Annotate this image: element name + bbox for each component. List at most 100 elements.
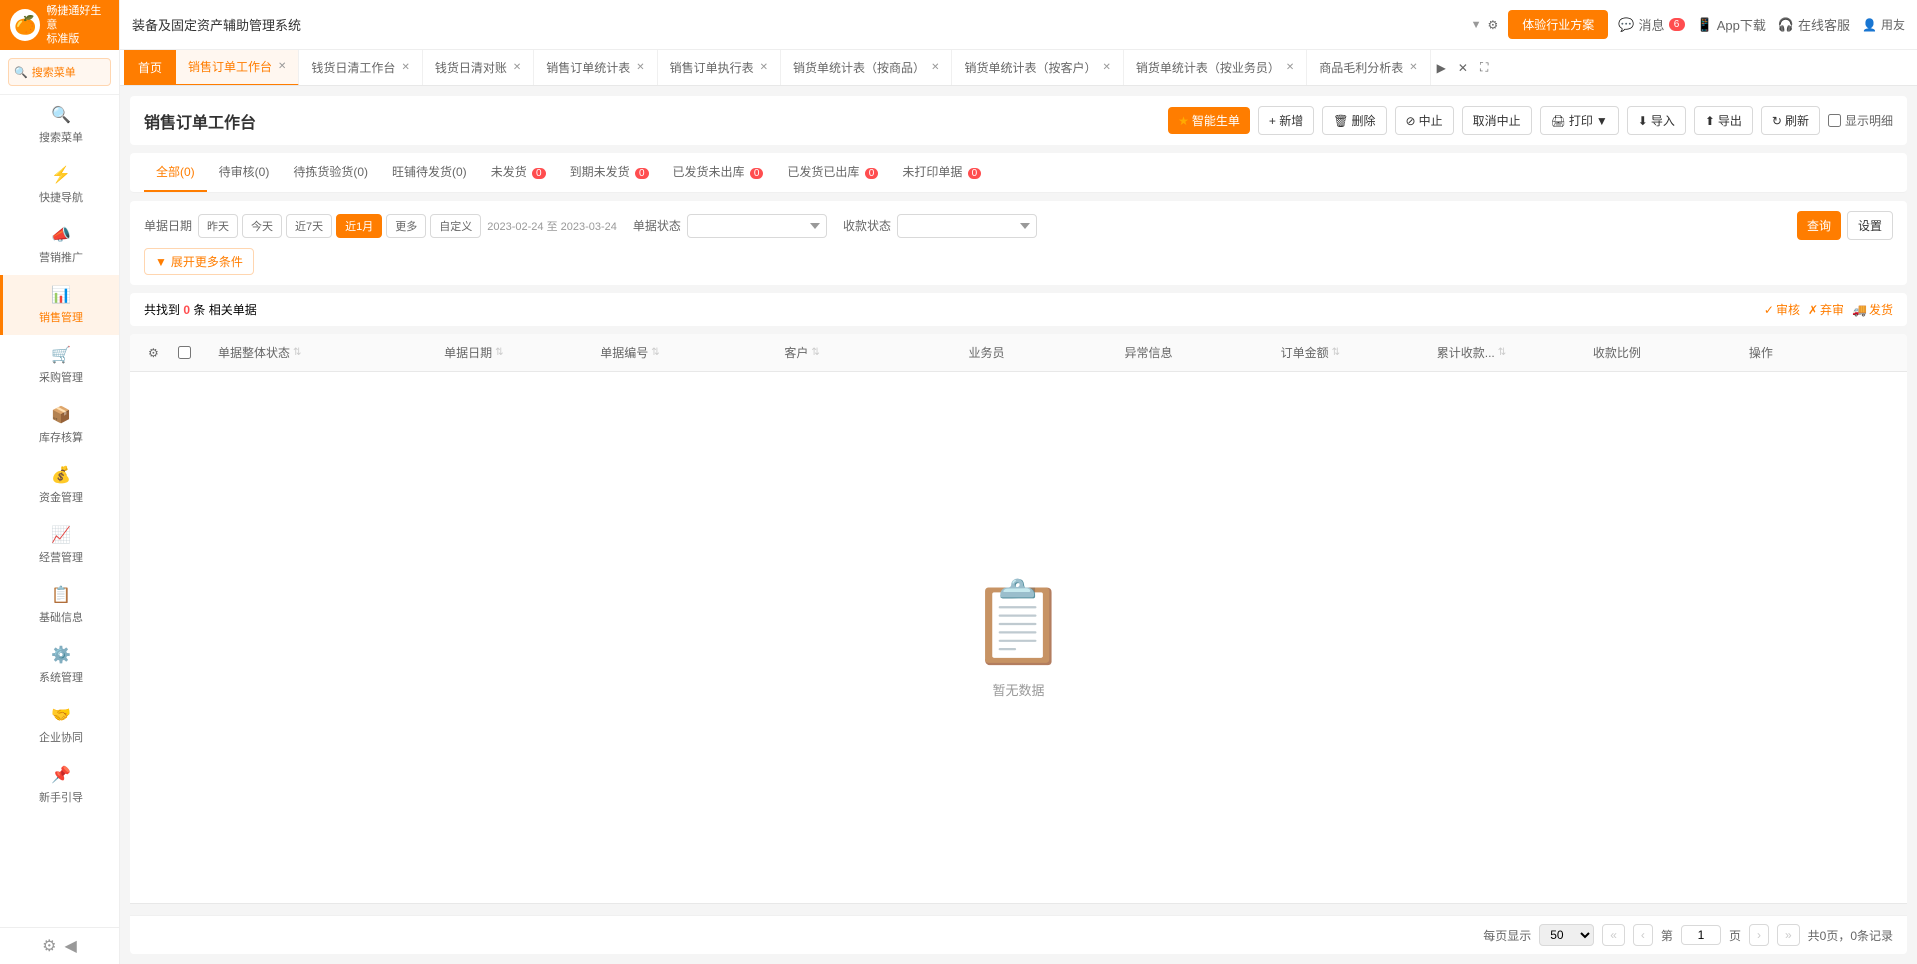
sidebar-item-sales[interactable]: 📊 销售管理	[0, 275, 119, 335]
smart-create-button[interactable]: ★ 智能生单	[1168, 107, 1250, 134]
collapse-icon[interactable]: ◀	[65, 936, 77, 956]
sort-collected-icon[interactable]: ⇅	[1498, 347, 1506, 358]
date-btn-1month[interactable]: 近1月	[336, 214, 382, 238]
sub-tab-wangpu[interactable]: 旺铺待发货(0)	[380, 153, 479, 192]
tab-home[interactable]: 首页	[124, 50, 176, 86]
audit-button[interactable]: ✓ 审核	[1764, 301, 1800, 318]
tab-sales-summary-staff[interactable]: 销货单统计表（按业务员） ✕	[1124, 50, 1307, 86]
tab-close-icon[interactable]: ✕	[278, 61, 286, 72]
per-page-select[interactable]: 50 20 100	[1539, 924, 1594, 946]
sidebar-item-purchase[interactable]: 🛒 采购管理	[0, 335, 119, 395]
select-all-checkbox[interactable]	[178, 346, 191, 359]
download-icon: 📱	[1697, 17, 1713, 33]
export-button[interactable]: ⬆ 导出	[1694, 106, 1753, 135]
next-page-button[interactable]: ›	[1749, 924, 1769, 946]
sidebar-item-enterprise[interactable]: 🤝 企业协同	[0, 695, 119, 755]
tab-close-icon[interactable]: ✕	[760, 62, 768, 73]
sidebar-item-finance[interactable]: 💰 资金管理	[0, 455, 119, 515]
cancel-suspend-button[interactable]: 取消中止	[1462, 106, 1532, 135]
print-button[interactable]: 🖨 打印 ▼	[1540, 106, 1619, 135]
add-button[interactable]: + 新增	[1258, 106, 1314, 135]
th-date[interactable]: 单据日期 ⇅	[436, 334, 592, 371]
th-number[interactable]: 单据编号 ⇅	[592, 334, 776, 371]
date-btn-yesterday[interactable]: 昨天	[198, 214, 238, 238]
delete-button[interactable]: 🗑 删除	[1322, 106, 1386, 135]
search-menu-button[interactable]: 🔍 搜索菜单	[8, 58, 111, 86]
import-button[interactable]: ⬇ 导入	[1627, 106, 1686, 135]
sidebar-item-shortcut[interactable]: ⚡ 快捷导航	[0, 155, 119, 215]
tab-sales-exec[interactable]: 销售订单执行表 ✕	[658, 50, 781, 86]
last-page-button[interactable]: »	[1777, 924, 1800, 946]
settings-icon[interactable]: ⚙	[42, 936, 56, 956]
sort-number-icon[interactable]: ⇅	[651, 347, 659, 358]
first-page-button[interactable]: «	[1602, 924, 1625, 946]
sub-tab-pending-inspect[interactable]: 待拣货验货(0)	[281, 153, 380, 192]
tab-sales-summary-product[interactable]: 销货单统计表（按商品） ✕	[781, 50, 952, 86]
sub-tab-not-shipped[interactable]: 未发货 0	[479, 153, 558, 192]
tab-sales-summary-customer[interactable]: 销货单统计表（按客户） ✕	[952, 50, 1123, 86]
th-collected[interactable]: 累计收款... ⇅	[1429, 334, 1585, 371]
tab-more-button[interactable]: ▶	[1431, 50, 1452, 86]
tab-fullscreen-button[interactable]: ⛶	[1474, 50, 1494, 86]
sub-tab-overdue[interactable]: 到期未发货 0	[558, 153, 661, 192]
sub-tab-shipped-not-out[interactable]: 已发货未出库 0	[661, 153, 776, 192]
suspend-button[interactable]: ⊘ 中止	[1395, 106, 1454, 135]
online-service-button[interactable]: 🎧 在线客服	[1778, 15, 1850, 34]
message-button[interactable]: 💬 消息 6	[1618, 15, 1684, 34]
tab-close-icon[interactable]: ✕	[636, 62, 644, 73]
sidebar-item-marketing[interactable]: 📣 营销推广	[0, 215, 119, 275]
th-status[interactable]: 单据整体状态 ⇅	[210, 334, 436, 371]
sidebar-item-system[interactable]: ⚙️ 系统管理	[0, 635, 119, 695]
tab-close-icon[interactable]: ✕	[1409, 62, 1417, 73]
prev-page-button[interactable]: ‹	[1633, 924, 1653, 946]
sidebar-item-search[interactable]: 🔍 搜索菜单	[0, 95, 119, 155]
tab-close-icon[interactable]: ✕	[513, 62, 521, 73]
expand-conditions-button[interactable]: ▼ 展开更多条件	[144, 248, 254, 275]
settings-button[interactable]: 设置	[1847, 211, 1893, 240]
date-btn-custom[interactable]: 自定义	[430, 214, 481, 238]
refresh-button[interactable]: ↻ 刷新	[1761, 106, 1820, 135]
tab-sales-stats[interactable]: 销售订单统计表 ✕	[534, 50, 657, 86]
app-download-button[interactable]: 📱 App下载	[1697, 15, 1766, 34]
tab-gross-margin[interactable]: 商品毛利分析表 ✕	[1307, 50, 1430, 86]
sidebar-item-inventory[interactable]: 📦 库存核算	[0, 395, 119, 455]
status-select[interactable]	[687, 214, 827, 238]
shortcut-nav-label: 快捷导航	[39, 189, 83, 205]
tab-close-icon[interactable]: ✕	[1102, 62, 1110, 73]
show-detail-checkbox[interactable]: 显示明细	[1828, 112, 1893, 129]
sub-tab-pending-review[interactable]: 待审核(0)	[207, 153, 282, 192]
sidebar-item-guide[interactable]: 📌 新手引导	[0, 755, 119, 815]
sort-amount-icon[interactable]: ⇅	[1332, 347, 1340, 358]
th-customer[interactable]: 客户 ⇅	[776, 334, 960, 371]
th-settings[interactable]: ⚙	[140, 334, 170, 371]
sub-tab-not-printed[interactable]: 未打印单据 0	[890, 153, 993, 192]
query-button[interactable]: 查询	[1797, 211, 1841, 240]
tab-cash-daily[interactable]: 钱货日清工作台 ✕	[299, 50, 422, 86]
date-btn-7days[interactable]: 近7天	[286, 214, 332, 238]
date-btn-more[interactable]: 更多	[386, 214, 426, 238]
sort-customer-icon[interactable]: ⇅	[811, 347, 819, 358]
tab-close-icon[interactable]: ✕	[1286, 62, 1294, 73]
sub-tab-shipped-out[interactable]: 已发货已出库 0	[775, 153, 890, 192]
tab-sales-workbench[interactable]: 销售订单工作台 ✕	[176, 50, 299, 86]
ship-button[interactable]: 🚚 发货	[1852, 301, 1893, 318]
settings-gear-icon[interactable]: ⚙	[1488, 18, 1499, 32]
th-amount[interactable]: 订单金额 ⇅	[1273, 334, 1429, 371]
industry-solution-button[interactable]: 体验行业方案	[1508, 10, 1608, 39]
tab-cash-reconcile[interactable]: 钱货日清对账 ✕	[423, 50, 534, 86]
tab-close-icon[interactable]: ✕	[931, 62, 939, 73]
sidebar-item-operations[interactable]: 📈 经营管理	[0, 515, 119, 575]
sidebar-item-basic[interactable]: 📋 基础信息	[0, 575, 119, 635]
payment-select[interactable]	[897, 214, 1037, 238]
tab-close-all-button[interactable]: ✕	[1452, 50, 1474, 86]
sort-date-icon[interactable]: ⇅	[495, 347, 503, 358]
cancel-audit-button[interactable]: ✗ 弃审	[1808, 301, 1844, 318]
th-checkbox[interactable]	[170, 334, 210, 371]
sort-status-icon[interactable]: ⇅	[293, 347, 301, 358]
user-menu[interactable]: 👤 用友	[1862, 16, 1905, 33]
page-number-input[interactable]	[1681, 925, 1721, 945]
sub-tab-all[interactable]: 全部(0)	[144, 153, 207, 192]
table-scrollbar[interactable]	[130, 903, 1907, 915]
tab-close-icon[interactable]: ✕	[401, 62, 409, 73]
date-btn-today[interactable]: 今天	[242, 214, 282, 238]
